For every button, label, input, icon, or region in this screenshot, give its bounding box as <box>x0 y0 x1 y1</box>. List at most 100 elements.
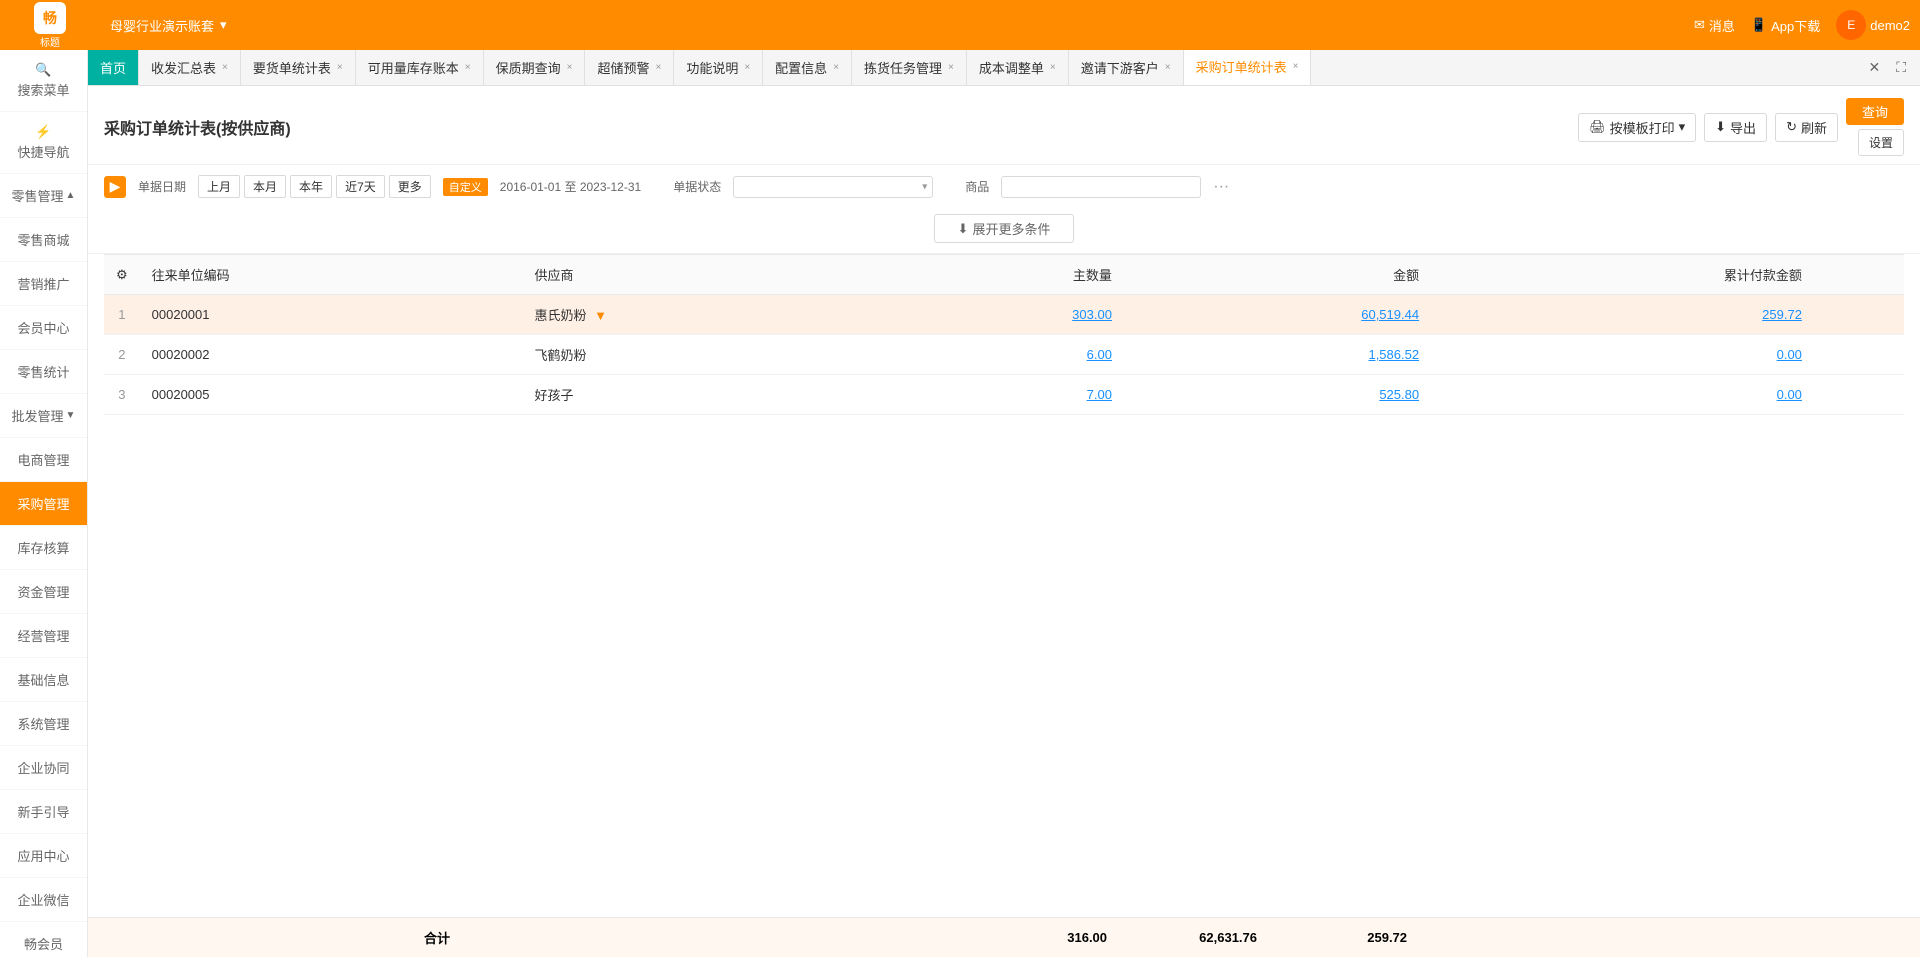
sidebar-item-enterprise[interactable]: 企业协同 <box>0 746 87 790</box>
tab-paihuorenwu[interactable]: 拣货任务管理 × <box>852 50 967 86</box>
sidebar-item-finance[interactable]: 资金管理 <box>0 570 87 614</box>
sidebar-item-retail[interactable]: 零售管理 ▲ <box>0 174 87 218</box>
tab-peizhi[interactable]: 配置信息 × <box>763 50 852 86</box>
sidebar-item-marketing[interactable]: 营销推广 <box>0 262 87 306</box>
tab-home[interactable]: 首页 <box>88 50 139 86</box>
expand-row-icon[interactable]: ▼ <box>594 308 607 323</box>
tab-fullscreen-btn[interactable]: ⛶ <box>1890 57 1912 78</box>
sidebar-item-newguide[interactable]: 新手引导 <box>0 790 87 834</box>
tab-shoufahui-close[interactable]: × <box>222 62 228 73</box>
date-this-year-btn[interactable]: 本年 <box>290 175 332 198</box>
sidebar-item-basic[interactable]: 基础信息 <box>0 658 87 702</box>
tab-gongneng[interactable]: 功能说明 × <box>674 50 763 86</box>
tab-actions: ✕ ⛶ <box>1854 57 1920 78</box>
workspace-selector[interactable]: 母婴行业演示账套 ▾ <box>90 16 1694 35</box>
tab-yaohuo-close[interactable]: × <box>337 62 343 73</box>
template-print-button[interactable]: 🖨 按模板打印 ▾ <box>1578 113 1696 142</box>
sidebar-item-retail-shop[interactable]: 零售商城 <box>0 218 87 262</box>
date-this-month-btn[interactable]: 本月 <box>244 175 286 198</box>
settings-button[interactable]: 设置 <box>1858 129 1904 156</box>
sidebar-item-appcenter[interactable]: 应用中心 <box>0 834 87 878</box>
goods-filter-input[interactable] <box>1001 176 1201 198</box>
tab-baozhiqi[interactable]: 保质期查询 × <box>484 50 586 86</box>
date-filter-label: 单据日期 <box>138 178 186 195</box>
date-7days-btn[interactable]: 近7天 <box>336 175 385 198</box>
date-last-month-btn[interactable]: 上月 <box>198 175 240 198</box>
sidebar-item-wholesale[interactable]: 批发管理 ▼ <box>0 394 87 438</box>
date-custom-tag[interactable]: 自定义 <box>443 178 488 196</box>
sidebar-label-appcenter: 应用中心 <box>17 846 69 865</box>
sidebar-label-wholesale: 批发管理 <box>12 406 64 425</box>
export-label: 导出 <box>1730 118 1756 137</box>
sidebar-item-inventory[interactable]: 库存核算 <box>0 526 87 570</box>
tab-paihuorenwu-close[interactable]: × <box>948 62 954 73</box>
tab-yaoqingxiayou[interactable]: 邀请下游客户 × <box>1069 50 1184 86</box>
sidebar-label-retail-shop: 零售商城 <box>17 230 69 249</box>
expand-filter-btn[interactable]: ⬇ 展开更多条件 <box>934 214 1074 243</box>
tab-yaohuo-label: 要货单统计表 <box>253 58 331 77</box>
tab-peizhi-label: 配置信息 <box>775 58 827 77</box>
sidebar-item-wechat[interactable]: 企业微信 <box>0 878 87 922</box>
table-row[interactable]: 1 00020001 惠氏奶粉 ▼ 303.00 60,519.44 259.7… <box>104 295 1904 335</box>
sidebar-item-purchase[interactable]: 采购管理 <box>0 482 87 526</box>
row-supplier: 惠氏奶粉 ▼ <box>523 295 885 335</box>
query-button[interactable]: 查询 <box>1846 98 1904 125</box>
filter-toggle-btn[interactable]: ▶ <box>104 176 126 198</box>
col-qty: 主数量 <box>885 255 1124 295</box>
row-code: 00020005 <box>140 375 523 415</box>
sidebar-item-ecommerce[interactable]: 电商管理 <box>0 438 87 482</box>
row-extra <box>1814 375 1904 415</box>
sidebar-item-operation[interactable]: 经营管理 <box>0 614 87 658</box>
tab-caigouji-close[interactable]: × <box>1293 61 1299 72</box>
username: demo2 <box>1870 18 1910 33</box>
tab-gongneng-close[interactable]: × <box>744 62 750 73</box>
sidebar-label-purchase: 采购管理 <box>17 494 69 513</box>
export-button[interactable]: ⬇ 导出 <box>1704 113 1767 142</box>
tab-chengbentiaoz-close[interactable]: × <box>1050 62 1056 73</box>
app-download-label: App下载 <box>1771 16 1820 35</box>
date-quick-btns: 上月 本月 本年 近7天 更多 <box>198 175 431 198</box>
sidebar-item-search[interactable]: 🔍 搜索菜单 <box>0 50 87 112</box>
search-icon: 🔍 <box>35 62 51 78</box>
sidebar-item-system[interactable]: 系统管理 <box>0 702 87 746</box>
refresh-button[interactable]: ↻ 刷新 <box>1775 113 1838 142</box>
status-select[interactable] <box>733 176 933 198</box>
tab-peizhi-close[interactable]: × <box>833 62 839 73</box>
footer-qty: 316.00 <box>987 930 1107 945</box>
table-row[interactable]: 3 00020005 好孩子 7.00 525.80 0.00 <box>104 375 1904 415</box>
tab-chengbentiaoz[interactable]: 成本调整单 × <box>967 50 1069 86</box>
download-icon: 📱 <box>1751 17 1767 33</box>
row-paid: 0.00 <box>1431 335 1814 375</box>
app-download-btn[interactable]: 📱 App下载 <box>1751 16 1820 35</box>
refresh-label: 刷新 <box>1801 118 1827 137</box>
row-index: 2 <box>104 335 140 375</box>
tab-shoufahui-label: 收发汇总表 <box>151 58 216 77</box>
sidebar-item-vip[interactable]: 畅会员 <box>0 922 87 957</box>
sidebar-item-shortcut[interactable]: ⚡ 快捷导航 <box>0 112 87 174</box>
more-filter-dots[interactable]: ··· <box>1213 178 1229 196</box>
tab-close-all-btn[interactable]: ✕ <box>1862 57 1886 78</box>
tab-keyongliang[interactable]: 可用量库存账本 × <box>356 50 484 86</box>
page-actions: 🖨 按模板打印 ▾ ⬇ 导出 ↻ 刷新 查询 设置 <box>1578 98 1904 156</box>
tab-chaochuyujing-label: 超储预警 <box>597 58 649 77</box>
sidebar-item-retail-stats[interactable]: 零售统计 <box>0 350 87 394</box>
tab-shoufahui[interactable]: 收发汇总表 × <box>139 50 241 86</box>
sidebar-label-ecommerce: 电商管理 <box>17 450 69 469</box>
tab-chaochuyujing-close[interactable]: × <box>655 62 661 73</box>
date-more-btn[interactable]: 更多 <box>389 175 431 198</box>
sidebar-item-member[interactable]: 会员中心 <box>0 306 87 350</box>
tab-keyongliang-close[interactable]: × <box>465 62 471 73</box>
col-settings[interactable]: ⚙ <box>104 255 140 295</box>
tab-chaochuyujing[interactable]: 超储预警 × <box>585 50 674 86</box>
tab-yaoqingxiayou-close[interactable]: × <box>1165 62 1171 73</box>
table-row[interactable]: 2 00020002 飞鹤奶粉 6.00 1,586.52 0.00 <box>104 335 1904 375</box>
sidebar: 🔍 搜索菜单 ⚡ 快捷导航 零售管理 ▲ 零售商城 营销推广 会员中心 零售统计… <box>0 50 88 957</box>
user-menu[interactable]: E demo2 <box>1836 10 1910 40</box>
tab-caigouji[interactable]: 采购订单统计表 × <box>1184 50 1312 86</box>
table-footer: 合计 316.00 62,631.76 259.72 <box>88 917 1920 957</box>
message-btn[interactable]: ✉ 消息 <box>1694 16 1735 35</box>
tab-baozhiqi-close[interactable]: × <box>567 62 573 73</box>
tab-yaohuo[interactable]: 要货单统计表 × <box>241 50 356 86</box>
sidebar-label-basic: 基础信息 <box>17 670 69 689</box>
refresh-icon: ↻ <box>1786 119 1797 135</box>
